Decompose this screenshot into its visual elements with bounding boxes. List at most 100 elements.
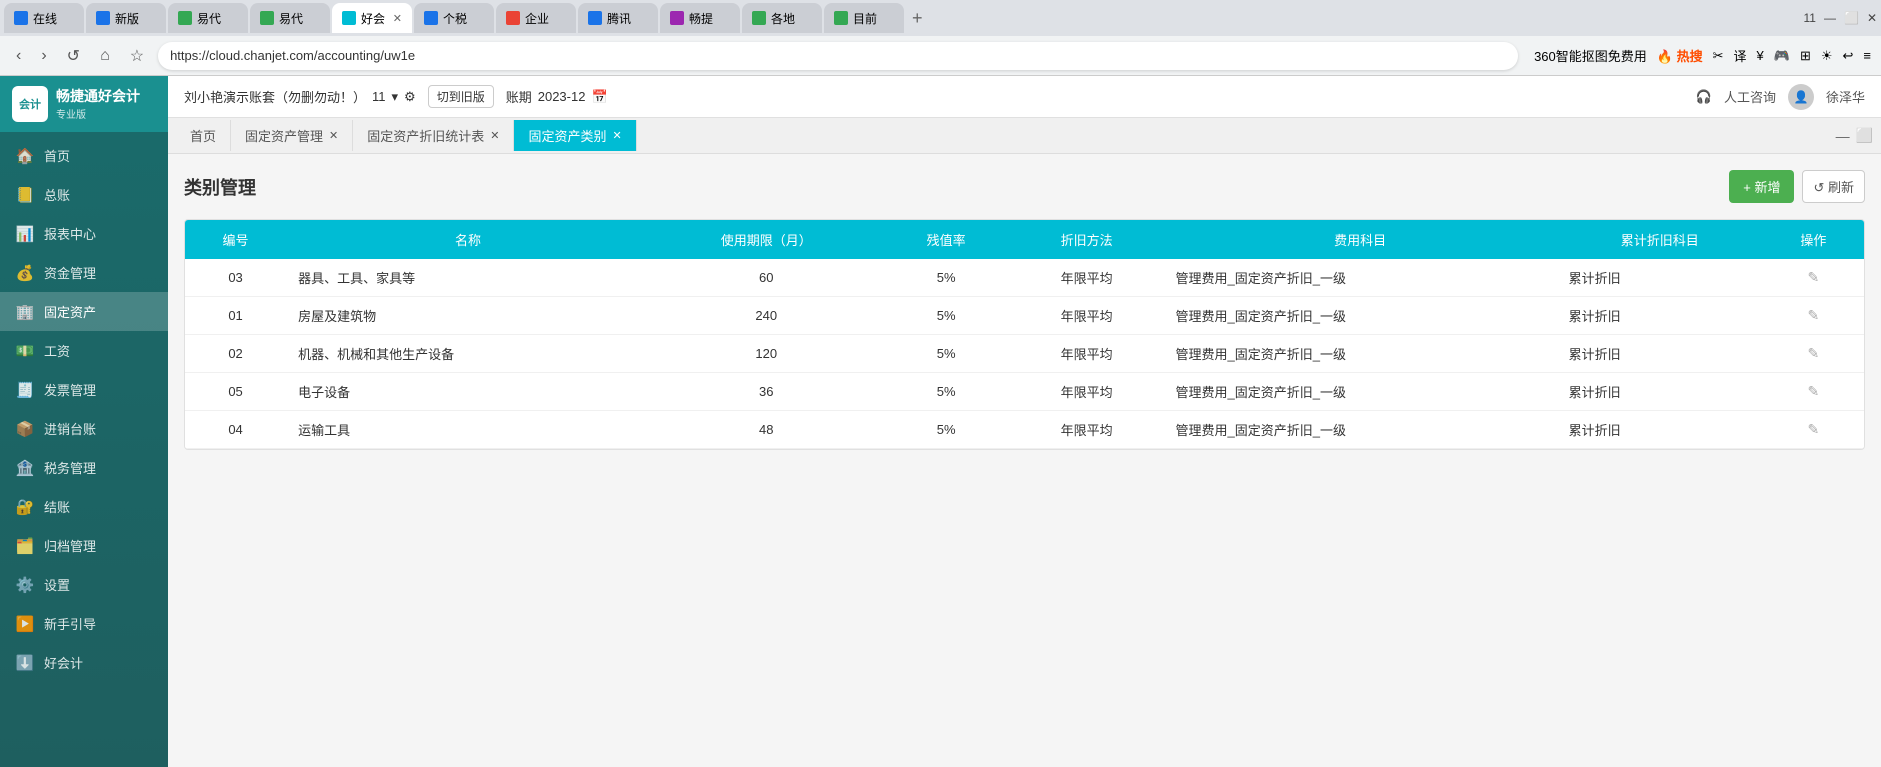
guide-icon: ▶️	[16, 615, 34, 633]
page-tab-fixed-category[interactable]: 固定资产类别 ✕	[514, 120, 636, 151]
browser-tab-t4[interactable]: 易代	[250, 3, 330, 33]
sidebar-item-settings[interactable]: ⚙️ 设置	[0, 565, 168, 604]
new-tab-button[interactable]: +	[906, 8, 929, 29]
cell-residual-4: 5%	[882, 411, 1009, 449]
search-label: 360智能抠图免费用	[1534, 46, 1647, 65]
sidebar-item-ledger[interactable]: 📒 总账	[0, 175, 168, 214]
sidebar-item-close[interactable]: 🔐 结账	[0, 487, 168, 526]
cell-residual-3: 5%	[882, 373, 1009, 411]
sidebar-item-more[interactable]: ⬇️ 好会计	[0, 643, 168, 682]
browser-tab-t6[interactable]: 个税	[414, 3, 494, 33]
cell-name-3: 电子设备	[286, 373, 650, 411]
window-restore-icon[interactable]: ⬜	[1844, 11, 1859, 25]
sidebar-item-home[interactable]: 🏠 首页	[0, 136, 168, 175]
sidebar-label-fixed-assets: 固定资产	[44, 302, 96, 321]
settings-icon: ⚙️	[16, 576, 34, 594]
sidebar-item-fixed-assets[interactable]: 🏢 固定资产	[0, 292, 168, 331]
sidebar-item-reports[interactable]: 📊 报表中心	[0, 214, 168, 253]
payroll-icon: 💵	[16, 342, 34, 360]
help-label[interactable]: 人工咨询	[1724, 87, 1776, 106]
page-tab-fixed-category-close[interactable]: ✕	[613, 129, 622, 142]
switch-to-old-button[interactable]: 切到旧版	[428, 85, 494, 108]
sidebar-item-funds[interactable]: 💰 资金管理	[0, 253, 168, 292]
wallet-icon[interactable]: ¥	[1757, 48, 1764, 63]
settings-small-icon[interactable]: ⚙	[404, 89, 416, 105]
sidebar-item-tax[interactable]: 🏦 税务管理	[0, 448, 168, 487]
page-tab-fixed-mgmt-close[interactable]: ✕	[329, 129, 338, 142]
sidebar-item-invoice[interactable]: 🧾 发票管理	[0, 370, 168, 409]
tab-label-t10: 各地	[771, 10, 795, 27]
sidebar-item-payroll[interactable]: 💵 工资	[0, 331, 168, 370]
logo-text: 畅捷通好会计	[56, 87, 140, 105]
page-tab-fixed-mgmt-label: 固定资产管理	[245, 126, 323, 145]
browser-tab-t7[interactable]: 企业	[496, 3, 576, 33]
forward-button[interactable]: ›	[35, 45, 52, 67]
home-button[interactable]: ⌂	[94, 45, 116, 67]
col-header-method: 折旧方法	[1010, 220, 1164, 259]
browser-tab-t5[interactable]: 好会 ✕	[332, 3, 412, 33]
edit-icon-1[interactable]: ✎	[1808, 307, 1820, 323]
page-tab-fixed-deprec[interactable]: 固定资产折旧统计表 ✕	[353, 120, 514, 151]
sidebar-item-purchase[interactable]: 📦 进销台账	[0, 409, 168, 448]
tab-maximize-button[interactable]: ⬜	[1856, 127, 1873, 144]
window-minimize-icon[interactable]: —	[1824, 11, 1836, 25]
page-tab-fixed-deprec-close[interactable]: ✕	[490, 129, 499, 142]
back-button[interactable]: ‹	[10, 45, 27, 67]
tab-favicon-t2	[96, 11, 110, 25]
browser-tab-t10[interactable]: 各地	[742, 3, 822, 33]
reports-icon: 📊	[16, 225, 34, 243]
sidebar-item-guide[interactable]: ▶️ 新手引导	[0, 604, 168, 643]
cell-method-1: 年限平均	[1010, 297, 1164, 335]
browser-chrome: 在线 新版 易代 易代 好会 ✕ 个税 企业 腾讯	[0, 0, 1881, 76]
browser-tab-t11[interactable]: 目前	[824, 3, 904, 33]
browser-tab-t3[interactable]: 易代	[168, 3, 248, 33]
tab-label-t7: 企业	[525, 10, 549, 27]
browser-tab-t9[interactable]: 畅提	[660, 3, 740, 33]
user-info: 刘小艳演示账套（勿删勿动！） 11 ▾ ⚙	[184, 87, 416, 106]
table-row-4: 04 运输工具 48 5% 年限平均 管理费用_固定资产折旧_一级 累计折旧 ✎	[185, 411, 1864, 449]
cell-accum-0: 累计折旧	[1557, 259, 1763, 297]
sidebar-item-archive[interactable]: 🗂️ 归档管理	[0, 526, 168, 565]
content-area: 类别管理 + 新增 ↺ 刷新 编号 名称 使用期限（月） 残值率 折旧方法	[168, 154, 1881, 767]
app-layout: 会计 畅捷通好会计 专业版 🏠 首页 📒 总账 📊 报表中心 💰 资金管理	[0, 76, 1881, 767]
bookmark-button[interactable]: ☆	[124, 44, 150, 68]
tab-favicon-t7	[506, 11, 520, 25]
tab-count-badge: 11	[1804, 11, 1816, 25]
user-display-name: 徐泽华	[1826, 87, 1865, 106]
edit-icon-4[interactable]: ✎	[1808, 421, 1820, 437]
reload-button[interactable]: ↺	[61, 44, 86, 68]
tab-minimize-button[interactable]: —	[1836, 127, 1850, 144]
page-tabs: 首页 固定资产管理 ✕ 固定资产折旧统计表 ✕ 固定资产类别 ✕ — ⬜	[168, 118, 1881, 154]
add-category-button[interactable]: + 新增	[1729, 170, 1794, 203]
hot-search-badge[interactable]: 🔥 热搜	[1657, 46, 1703, 65]
undo-icon[interactable]: ↩	[1843, 48, 1854, 64]
address-input[interactable]	[158, 42, 1518, 70]
user-name-label: 刘小艳演示账套（勿删勿动！）	[184, 87, 366, 106]
page-tab-home[interactable]: 首页	[176, 120, 231, 151]
calendar-icon[interactable]: 📅	[591, 89, 607, 105]
browser-tab-t2[interactable]: 新版	[86, 3, 166, 33]
translate-icon[interactable]: 译	[1734, 46, 1747, 65]
edit-icon-2[interactable]: ✎	[1808, 345, 1820, 361]
tab-close-t5[interactable]: ✕	[393, 12, 402, 25]
scissors-icon[interactable]: ✂	[1713, 48, 1724, 64]
tab-favicon-t5	[342, 11, 356, 25]
menu-icon[interactable]: ≡	[1863, 48, 1871, 63]
cell-accum-2: 累计折旧	[1557, 335, 1763, 373]
archive-icon: 🗂️	[16, 537, 34, 555]
window-close-icon[interactable]: ✕	[1867, 11, 1877, 25]
game-icon[interactable]: 🎮	[1774, 48, 1790, 64]
cell-residual-0: 5%	[882, 259, 1009, 297]
edit-icon-3[interactable]: ✎	[1808, 383, 1820, 399]
page-tab-fixed-mgmt[interactable]: 固定资产管理 ✕	[231, 120, 353, 151]
refresh-button[interactable]: ↺ 刷新	[1802, 170, 1865, 203]
col-header-name: 名称	[286, 220, 650, 259]
dropdown-arrow-icon[interactable]: ▾	[392, 89, 399, 105]
tab-label-t6: 个税	[443, 10, 467, 27]
browser-tab-t8[interactable]: 腾讯	[578, 3, 658, 33]
edit-icon-0[interactable]: ✎	[1808, 269, 1820, 285]
browser-tab-t1[interactable]: 在线	[4, 3, 84, 33]
grid-icon[interactable]: ⊞	[1800, 48, 1811, 64]
tax-icon: 🏦	[16, 459, 34, 477]
brightness-icon[interactable]: ☀	[1821, 48, 1833, 64]
